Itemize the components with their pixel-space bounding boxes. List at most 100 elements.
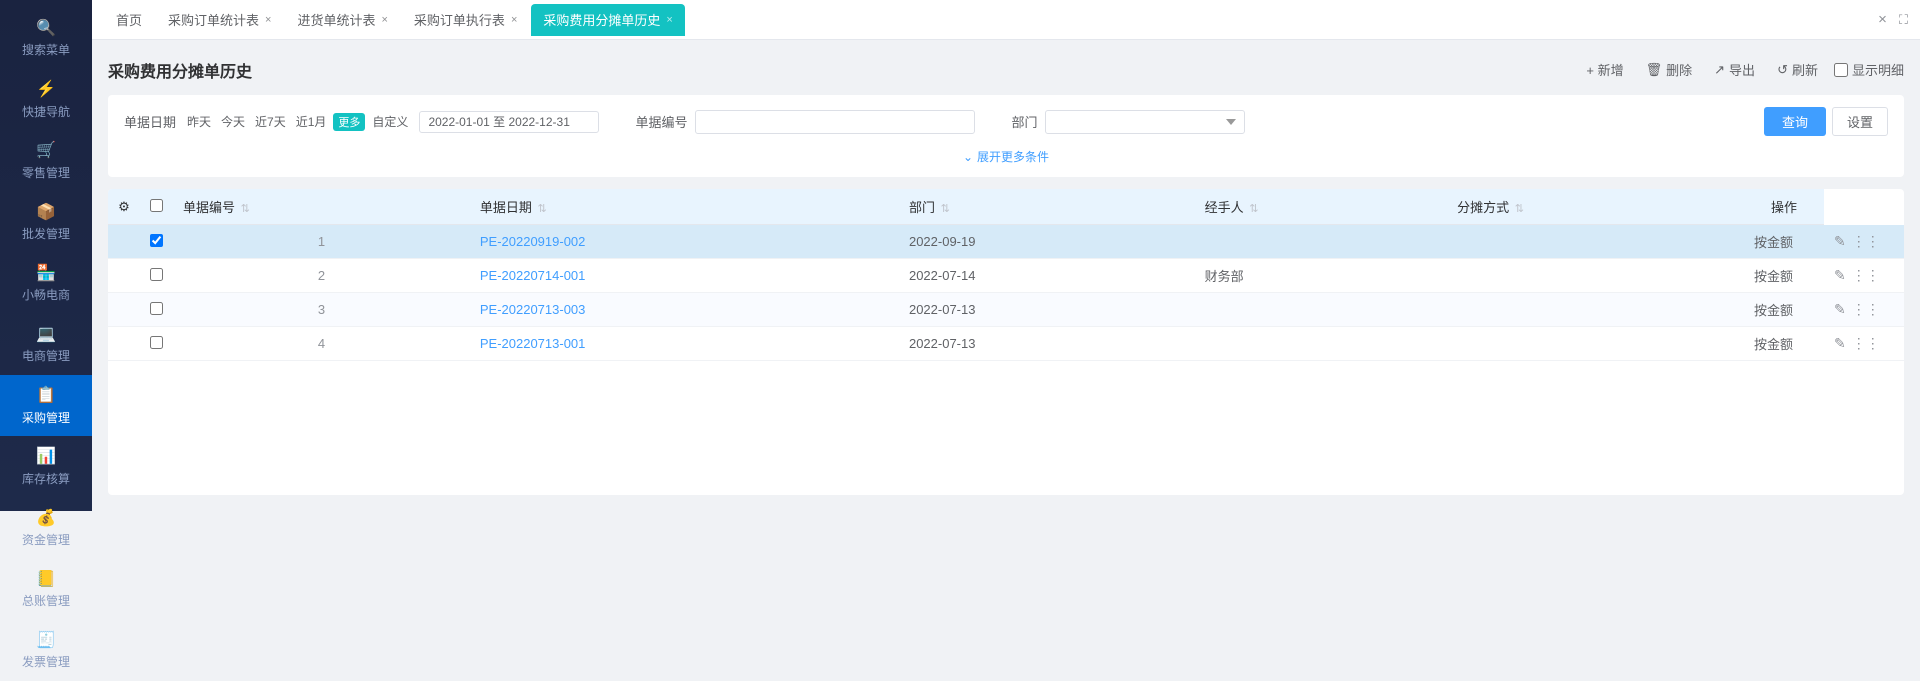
row-check-3[interactable] bbox=[140, 327, 173, 361]
row-dept-3 bbox=[1195, 327, 1447, 361]
sidebar-item-wholesale[interactable]: 📦批发管理 bbox=[0, 192, 92, 253]
th-split-method[interactable]: 分摊方式 ⇅ bbox=[1447, 189, 1744, 225]
row-edit-icon-1[interactable]: ✎ bbox=[1834, 267, 1846, 284]
refresh-button[interactable]: ↺ 刷新 bbox=[1771, 56, 1824, 83]
last1month-btn[interactable]: 近1月 bbox=[293, 112, 330, 131]
tab-label-purchase-cost-split: 采购费用分摊单历史 bbox=[543, 10, 660, 29]
tab-close-purchase-goods-summary[interactable]: × bbox=[381, 14, 387, 26]
date-shortcuts: 昨天 今天 近7天 近1月 更多 自定义 bbox=[184, 112, 411, 131]
close-window-icon[interactable]: × bbox=[1878, 11, 1887, 28]
row-doc-no-1[interactable]: PE-20220714-001 bbox=[470, 259, 899, 293]
last7days-btn[interactable]: 近7天 bbox=[252, 112, 289, 131]
more-btn[interactable]: 更多 bbox=[333, 113, 365, 131]
row-edit-icon-0[interactable]: ✎ bbox=[1834, 233, 1846, 250]
sidebar-item-ecommerce[interactable]: 💻电商管理 bbox=[0, 314, 92, 375]
table-header: ⚙ 单据编号 ⇅ 单据日期 ⇅ 部门 ⇅ 经手人 ⇅ 分摊方式 ⇅ 操作 bbox=[108, 189, 1904, 225]
row-checkbox-2[interactable] bbox=[150, 302, 163, 315]
setting-button[interactable]: 设置 bbox=[1832, 107, 1888, 136]
toolbar: + 新增 🗑 删除 ↗ 导出 ↺ 刷新 显示明细 bbox=[1580, 56, 1904, 83]
export-button[interactable]: ↗ 导出 bbox=[1708, 56, 1761, 83]
sort-doc-date-icon[interactable]: ⇅ bbox=[537, 203, 546, 215]
row-check-1[interactable] bbox=[140, 259, 173, 293]
sidebar-label-retail: 零售管理 bbox=[22, 166, 70, 180]
th-dept[interactable]: 部门 ⇅ bbox=[899, 189, 1195, 225]
add-button[interactable]: + 新增 bbox=[1580, 56, 1629, 83]
search-button[interactable]: 查询 bbox=[1764, 107, 1826, 136]
show-details-checkbox[interactable] bbox=[1834, 63, 1848, 77]
row-doc-no-2[interactable]: PE-20220713-003 bbox=[470, 293, 899, 327]
expand-conditions-button[interactable]: ⌄ 展开更多条件 bbox=[963, 148, 1049, 165]
row-ops-2: ✎ ⋮⋮ bbox=[1824, 293, 1904, 327]
sidebar-item-invoice[interactable]: 🧾发票管理 bbox=[0, 620, 92, 681]
sort-doc-no-icon[interactable]: ⇅ bbox=[241, 203, 250, 215]
date-range-input[interactable] bbox=[419, 111, 599, 133]
row-edit-icon-2[interactable]: ✎ bbox=[1834, 301, 1846, 318]
row-more-icon-1[interactable]: ⋮⋮ bbox=[1852, 267, 1880, 284]
page-title: 采购费用分摊单历史 bbox=[108, 58, 252, 82]
today-btn[interactable]: 今天 bbox=[218, 112, 248, 131]
row-checkbox-0[interactable] bbox=[150, 234, 163, 247]
sidebar-item-retail[interactable]: 🛒零售管理 bbox=[0, 130, 92, 191]
sidebar-item-search[interactable]: 🔍搜索菜单 bbox=[0, 8, 92, 69]
sort-dept-icon[interactable]: ⇅ bbox=[941, 203, 950, 215]
row-doc-no-3[interactable]: PE-20220713-001 bbox=[470, 327, 899, 361]
dept-search-field: 部门 财务部 bbox=[1011, 110, 1245, 134]
th-doc-no[interactable]: 单据编号 ⇅ bbox=[173, 189, 470, 225]
sidebar-label-inventory: 库存核算 bbox=[22, 472, 70, 486]
tab-close-purchase-cost-split[interactable]: × bbox=[666, 14, 672, 26]
sidebar-item-quick-nav[interactable]: ⚡快捷导航 bbox=[0, 69, 92, 130]
tab-purchase-order-summary[interactable]: 采购订单统计表× bbox=[156, 4, 283, 36]
row-ops-3: ✎ ⋮⋮ bbox=[1824, 327, 1904, 361]
tab-purchase-goods-summary[interactable]: 进货单统计表× bbox=[285, 4, 399, 36]
delete-button[interactable]: 🗑 删除 bbox=[1640, 56, 1699, 83]
yesterday-btn[interactable]: 昨天 bbox=[184, 112, 214, 131]
row-doc-date-0: 2022-09-19 bbox=[899, 225, 1195, 259]
row-doc-date-2: 2022-07-13 bbox=[899, 293, 1195, 327]
sidebar-item-inventory[interactable]: 📊库存核算 bbox=[0, 436, 92, 497]
select-all-checkbox[interactable] bbox=[150, 199, 163, 212]
dept-select[interactable]: 财务部 bbox=[1045, 110, 1245, 134]
refresh-icon: ↺ bbox=[1777, 62, 1788, 78]
th-doc-date[interactable]: 单据日期 ⇅ bbox=[470, 189, 899, 225]
search-panel: 单据日期 昨天 今天 近7天 近1月 更多 自定义 单据编号 bbox=[108, 95, 1904, 177]
table-row: 3 PE-20220713-003 2022-07-13 按金额 ✎ ⋮⋮ bbox=[108, 293, 1904, 327]
sidebar-item-micro-shop[interactable]: 🏪小畅电商 bbox=[0, 253, 92, 314]
sort-handler-icon[interactable]: ⇅ bbox=[1249, 203, 1258, 215]
row-check-0[interactable] bbox=[140, 225, 173, 259]
sidebar-item-finance[interactable]: 💰资金管理 bbox=[0, 498, 92, 559]
sidebar-icon-quick-nav: ⚡ bbox=[4, 79, 88, 101]
tab-purchase-cost-split[interactable]: 采购费用分摊单历史 × bbox=[531, 4, 684, 36]
custom-btn[interactable]: 自定义 bbox=[369, 112, 411, 131]
results-table: ⚙ 单据编号 ⇅ 单据日期 ⇅ 部门 ⇅ 经手人 ⇅ 分摊方式 ⇅ 操作 bbox=[108, 189, 1904, 361]
tab-home[interactable]: 首页 bbox=[104, 4, 154, 36]
row-doc-no-0[interactable]: PE-20220919-002 bbox=[470, 225, 899, 259]
row-checkbox-3[interactable] bbox=[150, 336, 163, 349]
row-edit-icon-3[interactable]: ✎ bbox=[1834, 335, 1846, 352]
row-more-icon-2[interactable]: ⋮⋮ bbox=[1852, 301, 1880, 318]
sidebar-item-accounting[interactable]: 📒总账管理 bbox=[0, 559, 92, 620]
sidebar-label-ecommerce: 电商管理 bbox=[22, 349, 70, 363]
row-more-icon-3[interactable]: ⋮⋮ bbox=[1852, 335, 1880, 352]
tab-purchase-order-exec[interactable]: 采购订单执行表× bbox=[402, 4, 529, 36]
row-more-icon-0[interactable]: ⋮⋮ bbox=[1852, 233, 1880, 250]
tab-close-purchase-order-summary[interactable]: × bbox=[265, 14, 271, 26]
sidebar-item-purchase[interactable]: 📋采购管理 bbox=[0, 375, 92, 436]
main-area: 首页采购订单统计表×进货单统计表×采购订单执行表×采购费用分摊单历史× × ⛶ … bbox=[92, 0, 1920, 511]
row-check-2[interactable] bbox=[140, 293, 173, 327]
row-gear-3 bbox=[108, 327, 140, 361]
expand-row: ⌄ 展开更多条件 bbox=[124, 144, 1888, 165]
data-table: ⚙ 单据编号 ⇅ 单据日期 ⇅ 部门 ⇅ 经手人 ⇅ 分摊方式 ⇅ 操作 bbox=[108, 189, 1904, 495]
sort-split-icon[interactable]: ⇅ bbox=[1515, 203, 1524, 215]
th-gear[interactable]: ⚙ bbox=[108, 189, 140, 225]
doc-no-input[interactable] bbox=[695, 110, 975, 134]
row-checkbox-1[interactable] bbox=[150, 268, 163, 281]
dept-label: 部门 bbox=[1011, 112, 1037, 131]
th-ops: 操作 bbox=[1744, 189, 1824, 225]
row-split-method-2: 按金额 bbox=[1744, 293, 1824, 327]
sidebar: 🔍搜索菜单⚡快捷导航🛒零售管理📦批发管理🏪小畅电商💻电商管理📋采购管理📊库存核算… bbox=[0, 0, 92, 511]
sidebar-label-invoice: 发票管理 bbox=[22, 655, 70, 669]
row-split-method-1: 按金额 bbox=[1744, 259, 1824, 293]
th-handler[interactable]: 经手人 ⇅ bbox=[1195, 189, 1447, 225]
maximize-window-icon[interactable]: ⛶ bbox=[1899, 12, 1908, 28]
tab-close-purchase-order-exec[interactable]: × bbox=[511, 14, 517, 26]
